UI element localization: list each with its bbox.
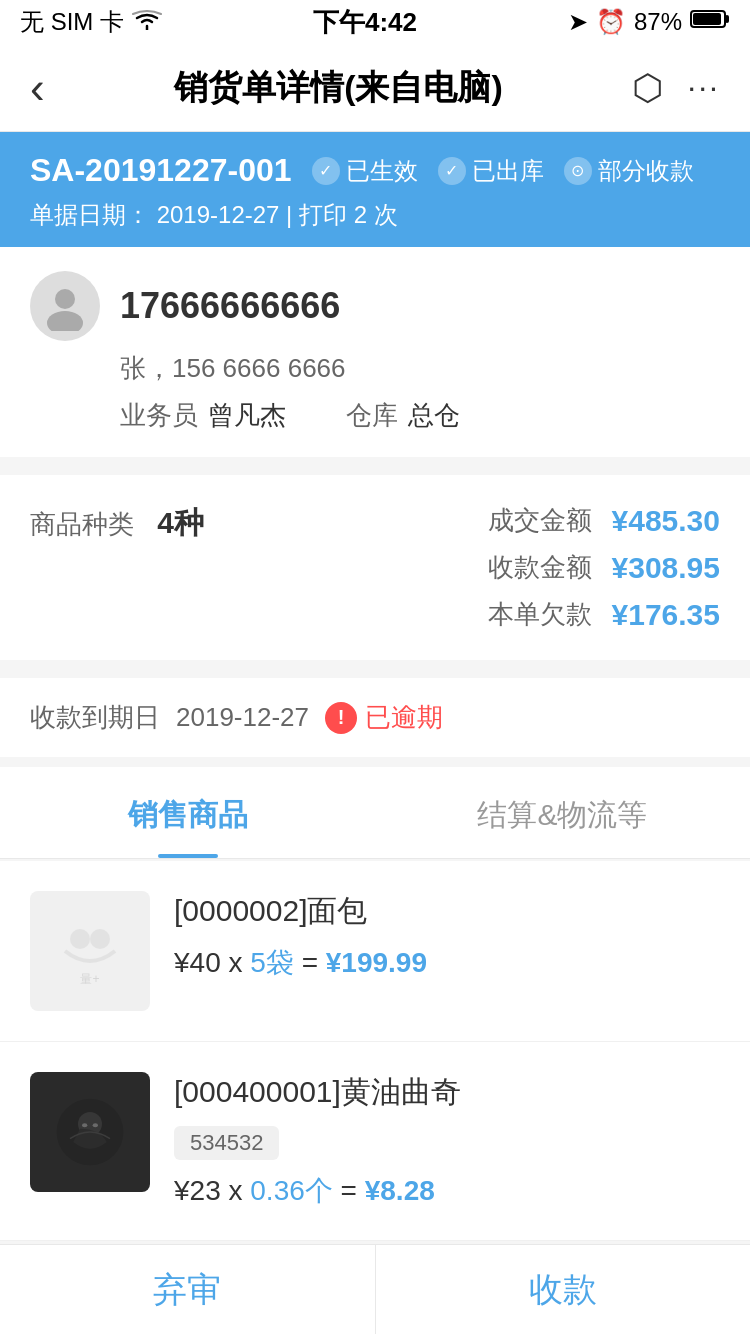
collection-amount: ¥308.95 <box>612 551 720 585</box>
svg-point-4 <box>47 311 83 331</box>
product-list: 量+ [0000002]面包 ¥40 x 5袋 = ¥199.99 <box>0 861 750 1241</box>
product-thumb-1: 量+ <box>30 891 150 1011</box>
svg-rect-1 <box>725 15 729 23</box>
print-unit: 次 <box>374 201 398 228</box>
badge-partial: ⊙ 部分收款 <box>564 155 694 187</box>
product-sku-2: 534532 <box>174 1126 279 1160</box>
customer-phone: 17666666666 <box>120 285 340 327</box>
product-type-row: 商品种类 4种 <box>30 503 204 544</box>
customer-name: 张，156 6666 6666 <box>120 351 720 386</box>
date-label: 单据日期： <box>30 201 150 228</box>
tab-settlement[interactable]: 结算&物流等 <box>375 767 750 858</box>
transaction-row: 成交金额 ¥485.30 <box>488 503 720 538</box>
staff-value: 曾凡杰 <box>208 398 286 433</box>
status-right: ➤ ⏰ 87% <box>568 8 730 36</box>
warehouse-value: 总仓 <box>408 398 460 433</box>
svg-text:量+: 量+ <box>80 972 99 986</box>
product-price-1: ¥40 x 5袋 = ¥199.99 <box>174 944 720 982</box>
svg-point-11 <box>82 1123 87 1127</box>
divider-2 <box>0 662 750 678</box>
check-icon-1: ✓ <box>312 157 340 185</box>
avatar <box>30 271 100 341</box>
product-unit-price-2: ¥23 <box>174 1175 221 1206</box>
staff-label: 业务员 <box>120 398 198 433</box>
stats-right: 成交金额 ¥485.30 收款金额 ¥308.95 本单欠款 ¥176.35 <box>488 503 720 632</box>
order-number: SA-20191227-001 <box>30 152 292 189</box>
cancel-button[interactable]: 弃审 <box>0 1245 376 1334</box>
status-left: 无 SIM 卡 <box>20 6 162 38</box>
order-date-row: 单据日期： 2019-12-27 | 打印 2 次 <box>30 199 720 231</box>
alarm-icon: ⏰ <box>596 8 626 36</box>
print-label: | 打印 <box>286 201 347 228</box>
product-price-2: ¥23 x 0.36个 = ¥8.28 <box>174 1172 720 1210</box>
product-name-2: [000400001]黄油曲奇 <box>174 1072 720 1113</box>
product-qty-2: 0.36个 <box>250 1175 333 1206</box>
battery-icon <box>690 8 730 36</box>
badge-effective: ✓ 已生效 <box>312 155 418 187</box>
product-equals-2: = <box>341 1175 365 1206</box>
status-bar: 无 SIM 卡 下午4:42 ➤ ⏰ 87% <box>0 0 750 44</box>
svg-point-6 <box>90 929 110 949</box>
more-icon[interactable]: ··· <box>687 69 720 106</box>
badge-shipped: ✓ 已出库 <box>438 155 544 187</box>
bottom-bar: 弃审 收款 <box>0 1244 750 1334</box>
product-item-1: 量+ [0000002]面包 ¥40 x 5袋 = ¥199.99 <box>0 861 750 1042</box>
clock-icon: ⊙ <box>564 157 592 185</box>
warehouse-label: 仓库 <box>346 398 398 433</box>
battery-level: 87% <box>634 8 682 36</box>
debt-row: 本单欠款 ¥176.35 <box>488 597 720 632</box>
product-total-2: ¥8.28 <box>365 1175 435 1206</box>
customer-section: 17666666666 张，156 6666 6666 业务员 曾凡杰 仓库 总… <box>0 247 750 457</box>
product-info-2: [000400001]黄油曲奇 534532 ¥23 x 0.36个 = ¥8.… <box>174 1072 720 1210</box>
product-total-1: ¥199.99 <box>326 947 427 978</box>
tab-sales-products[interactable]: 销售商品 <box>0 767 375 858</box>
transaction-amount: ¥485.30 <box>612 504 720 538</box>
product-equals-1: = <box>302 947 326 978</box>
divider-1 <box>0 459 750 475</box>
debt-amount: ¥176.35 <box>612 598 720 632</box>
collection-label: 收款金额 <box>488 550 592 585</box>
overdue-badge: ! 已逾期 <box>325 700 443 735</box>
overdue-text: 已逾期 <box>365 700 443 735</box>
location-icon: ➤ <box>568 8 588 36</box>
back-button[interactable]: ‹ <box>30 63 45 113</box>
product-type-value: 4种 <box>157 506 204 539</box>
order-banner: SA-20191227-001 ✓ 已生效 ✓ 已出库 ⊙ 部分收款 单据日期：… <box>0 132 750 247</box>
product-multiply-1: x <box>229 947 251 978</box>
due-date-section: 收款到期日 2019-12-27 ! 已逾期 <box>0 678 750 757</box>
page-title: 销货单详情(来自电脑) <box>174 65 503 111</box>
product-type-label: 商品种类 <box>30 509 134 539</box>
share-icon[interactable]: ⬡ <box>632 67 663 109</box>
customer-detail: 业务员 曾凡杰 仓库 总仓 <box>120 398 720 433</box>
product-qty-1: 5袋 <box>250 947 294 978</box>
nav-bar: ‹ 销货单详情(来自电脑) ⬡ ··· <box>0 44 750 132</box>
sim-status: 无 SIM 卡 <box>20 6 124 38</box>
product-multiply-2: x <box>229 1175 251 1206</box>
print-count: 2 <box>354 201 367 228</box>
check-icon-2: ✓ <box>438 157 466 185</box>
stats-section: 商品种类 4种 成交金额 ¥485.30 收款金额 ¥308.95 本单欠款 ¥… <box>0 475 750 660</box>
confirm-button[interactable]: 收款 <box>376 1245 751 1334</box>
svg-point-12 <box>93 1123 98 1127</box>
collection-row: 收款金额 ¥308.95 <box>488 550 720 585</box>
svg-point-5 <box>70 929 90 949</box>
wifi-icon <box>132 8 162 36</box>
svg-point-3 <box>55 289 75 309</box>
product-info-1: [0000002]面包 ¥40 x 5袋 = ¥199.99 <box>174 891 720 982</box>
svg-rect-2 <box>693 13 721 25</box>
tabs-section: 销售商品 结算&物流等 <box>0 767 750 859</box>
status-time: 下午4:42 <box>313 5 417 40</box>
product-unit-price-1: ¥40 <box>174 947 221 978</box>
product-thumb-2 <box>30 1072 150 1192</box>
product-name-1: [0000002]面包 <box>174 891 720 932</box>
product-item-2: [000400001]黄油曲奇 534532 ¥23 x 0.36个 = ¥8.… <box>0 1042 750 1241</box>
due-label: 收款到期日 <box>30 700 160 735</box>
order-date: 2019-12-27 <box>157 201 280 228</box>
overdue-icon: ! <box>325 702 357 734</box>
due-date: 2019-12-27 <box>176 702 309 733</box>
transaction-label: 成交金额 <box>488 503 592 538</box>
debt-label: 本单欠款 <box>488 597 592 632</box>
